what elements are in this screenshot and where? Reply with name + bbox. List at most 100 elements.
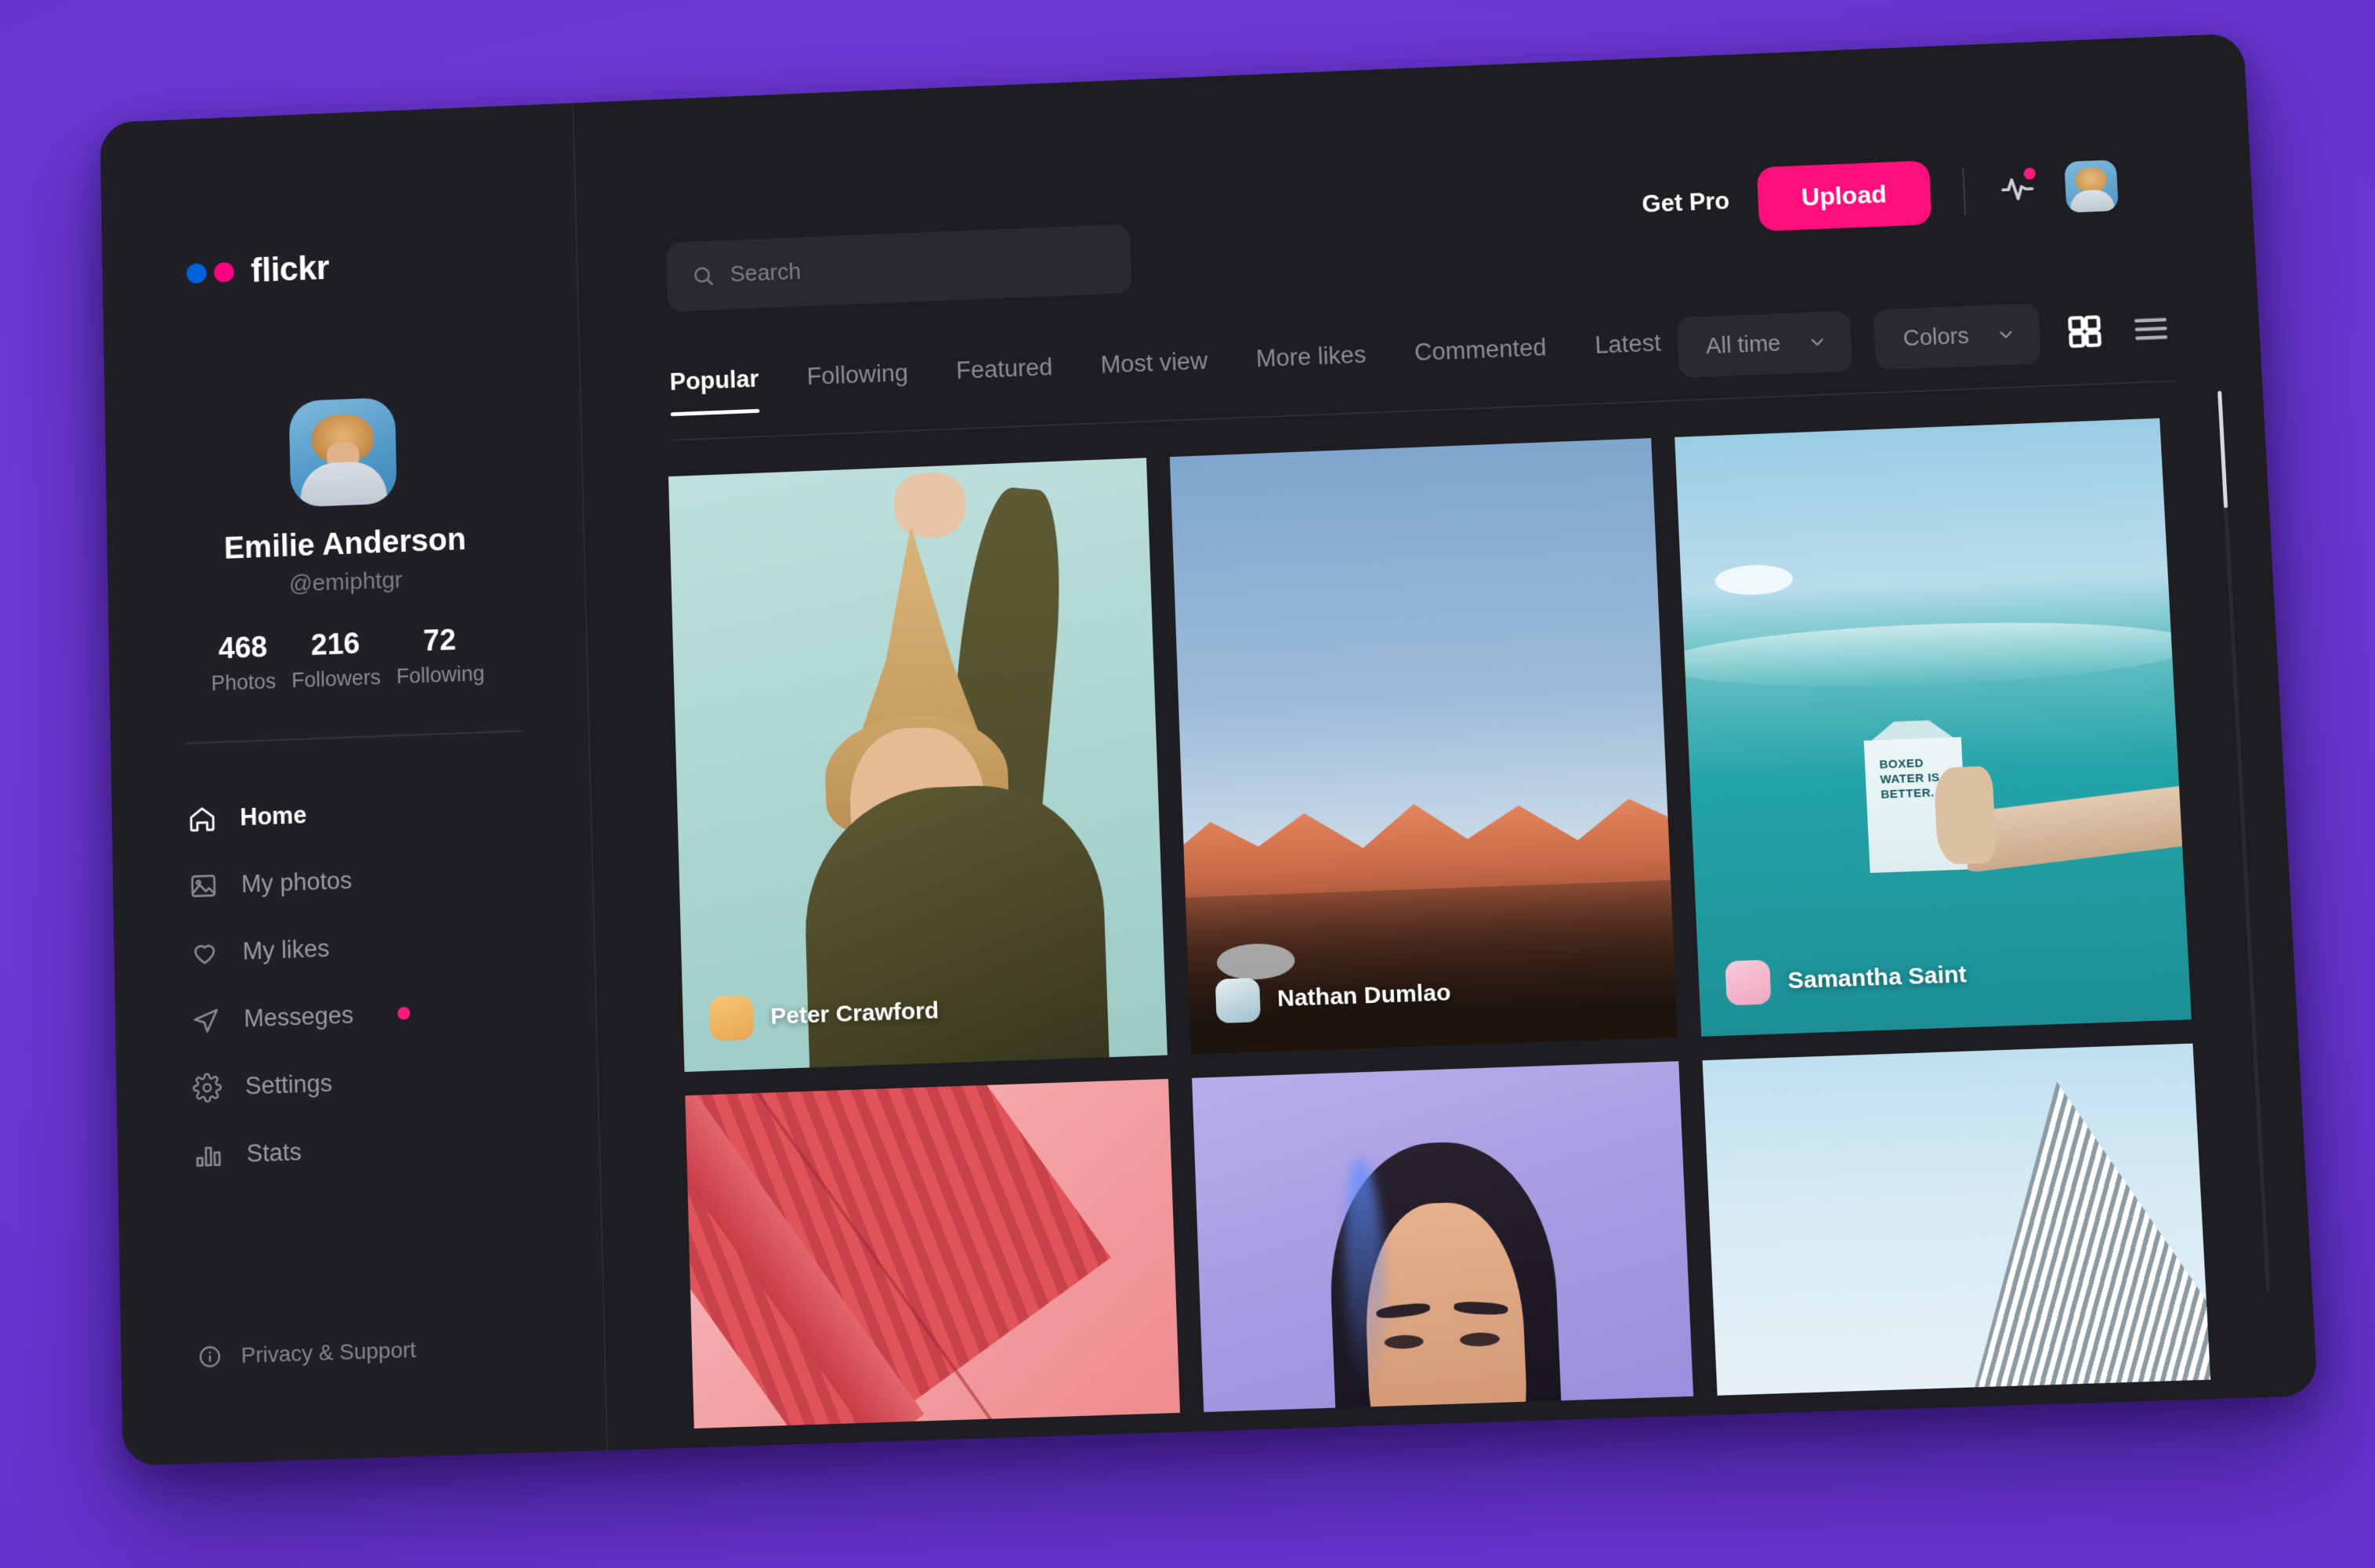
photo-grid: Peter Crawford Nathan Dumlao BOXED WATER… xyxy=(668,418,2211,1448)
avatar-body xyxy=(300,461,388,508)
photo-detail xyxy=(1341,1158,1388,1394)
photo-detail xyxy=(1362,1200,1530,1412)
sidebar-item-stats[interactable]: Stats xyxy=(194,1117,553,1182)
photo-detail xyxy=(1674,614,2192,694)
sidebar-item-home[interactable]: Home xyxy=(187,780,545,845)
photo-detail xyxy=(1863,719,1961,747)
sidebar-item-messeges[interactable]: Messeges xyxy=(190,983,548,1047)
stat-photos-value: 468 xyxy=(210,631,275,667)
tab-popular[interactable]: Popular xyxy=(669,365,759,416)
sidebar-item-my-photos[interactable]: My photos xyxy=(188,848,545,912)
sidebar-nav: Home My photos My likes Messeges Setting… xyxy=(187,780,553,1197)
sidebar-item-my-photos-label: My photos xyxy=(241,867,353,899)
photo-author[interactable]: Nathan Dumlao xyxy=(1215,971,1452,1023)
app-window: flickr Emilie Anderson @emiphtgr 468 Pho… xyxy=(100,33,2318,1465)
stat-following[interactable]: 72 Following xyxy=(395,623,484,689)
stat-followers-value: 216 xyxy=(291,627,381,664)
time-range-select[interactable]: All time xyxy=(1677,310,1853,378)
colors-select[interactable]: Colors xyxy=(1874,303,2041,371)
device-frame: flickr Emilie Anderson @emiphtgr 468 Pho… xyxy=(100,33,2318,1465)
tab-most-view[interactable]: Most view xyxy=(1100,347,1209,399)
photo-author[interactable]: Samantha Saint xyxy=(1725,953,1968,1005)
photo-card[interactable] xyxy=(1192,1061,1693,1412)
stat-following-label: Following xyxy=(396,661,484,689)
photo-detail xyxy=(1714,563,1794,596)
sidebar-divider xyxy=(186,730,523,744)
photo-image: BOXED WATER IS BETTER. xyxy=(1674,418,2192,1037)
sidebar-item-messeges-label: Messeges xyxy=(244,1001,354,1033)
photo-card[interactable] xyxy=(685,1079,1180,1429)
photo-detail xyxy=(1454,1301,1508,1316)
photo-author[interactable]: Peter Crawford xyxy=(709,989,940,1041)
sidebar: flickr Emilie Anderson @emiphtgr 468 Pho… xyxy=(100,103,608,1465)
photo-detail xyxy=(1863,737,1968,874)
upload-button[interactable]: Upload xyxy=(1756,161,1931,232)
search-input[interactable] xyxy=(730,247,1106,288)
colors-label: Colors xyxy=(1903,324,1970,352)
photo-card[interactable]: BOXED WATER IS BETTER. Samantha Saint xyxy=(1674,418,2192,1037)
brand-dot-blue xyxy=(186,263,207,284)
profile-stats: 468 Photos 216 Followers 72 Following xyxy=(183,622,512,697)
brand-name: flickr xyxy=(251,249,330,291)
filter-tabs: Popular Following Featured Most view Mor… xyxy=(669,329,1662,416)
search-bar[interactable] xyxy=(666,224,1132,312)
brand-logo[interactable]: flickr xyxy=(186,249,330,293)
scrollbar-thumb[interactable] xyxy=(2218,391,2228,509)
photo-detail xyxy=(1375,1302,1430,1320)
stat-photos[interactable]: 468 Photos xyxy=(210,631,276,696)
profile-avatar[interactable] xyxy=(289,397,397,508)
photo-image xyxy=(1703,1044,2211,1396)
tab-latest[interactable]: Latest xyxy=(1595,329,1663,380)
filter-controls: All time Colors xyxy=(1677,298,2174,378)
photo-card[interactable]: Peter Crawford xyxy=(668,458,1168,1072)
photo-image xyxy=(685,1079,1180,1429)
photo-detail xyxy=(1460,1332,1500,1347)
profile-block: Emilie Anderson @emiphtgr xyxy=(105,389,585,604)
chevron-down-icon xyxy=(1995,324,2016,346)
filter-bar: Popular Following Featured Most view Mor… xyxy=(669,309,2175,453)
info-icon xyxy=(197,1344,223,1370)
privacy-support-link[interactable]: Privacy & Support xyxy=(197,1338,417,1371)
scrollbar-track[interactable] xyxy=(2218,391,2270,1293)
stat-photos-label: Photos xyxy=(211,669,276,696)
photo-detail xyxy=(685,1079,1110,1429)
brand-dot-pink xyxy=(214,262,234,282)
photo-detail xyxy=(1216,942,1295,981)
sidebar-item-my-likes[interactable]: My likes xyxy=(190,915,548,980)
carton-label: BOXED WATER IS BETTER. xyxy=(1879,755,1954,802)
photo-detail xyxy=(733,1079,1025,1429)
sidebar-item-stats-label: Stats xyxy=(246,1138,302,1168)
avatar[interactable] xyxy=(2064,159,2119,212)
photo-image xyxy=(1170,438,1678,1054)
tab-featured[interactable]: Featured xyxy=(956,353,1054,405)
stat-following-value: 72 xyxy=(395,623,483,660)
photo-author-name: Samantha Saint xyxy=(1787,961,1968,994)
bar-chart-icon xyxy=(194,1140,223,1171)
grid-view-icon[interactable] xyxy=(2062,310,2107,353)
photo-image xyxy=(668,458,1168,1072)
page-background: flickr Emilie Anderson @emiphtgr 468 Pho… xyxy=(0,0,2375,1568)
photo-author-name: Nathan Dumlao xyxy=(1276,980,1451,1012)
time-range-label: All time xyxy=(1706,331,1782,359)
tab-following[interactable]: Following xyxy=(806,359,909,411)
photo-detail xyxy=(892,471,966,539)
tab-commented[interactable]: Commented xyxy=(1414,334,1548,387)
sidebar-item-settings[interactable]: Settings xyxy=(192,1050,551,1114)
avatar xyxy=(1725,960,1771,1006)
list-view-icon[interactable] xyxy=(2128,307,2173,351)
gear-icon xyxy=(192,1072,222,1103)
stat-followers[interactable]: 216 Followers xyxy=(291,627,381,693)
stat-followers-label: Followers xyxy=(291,665,381,693)
photo-detail xyxy=(685,1079,924,1429)
send-icon xyxy=(191,1005,221,1035)
activity-button[interactable] xyxy=(1997,168,2038,208)
photo-detail xyxy=(1385,1334,1425,1349)
photo-detail xyxy=(1170,880,1678,1055)
photo-card[interactable] xyxy=(1703,1044,2211,1396)
photo-detail xyxy=(1910,1077,2210,1396)
photo-card[interactable]: Nathan Dumlao xyxy=(1170,438,1678,1054)
tab-more-likes[interactable]: More likes xyxy=(1255,341,1367,393)
main-content: Get Pro Upload xyxy=(574,33,2318,1450)
privacy-support-label: Privacy & Support xyxy=(241,1338,416,1369)
get-pro-link[interactable]: Get Pro xyxy=(1642,186,1730,218)
